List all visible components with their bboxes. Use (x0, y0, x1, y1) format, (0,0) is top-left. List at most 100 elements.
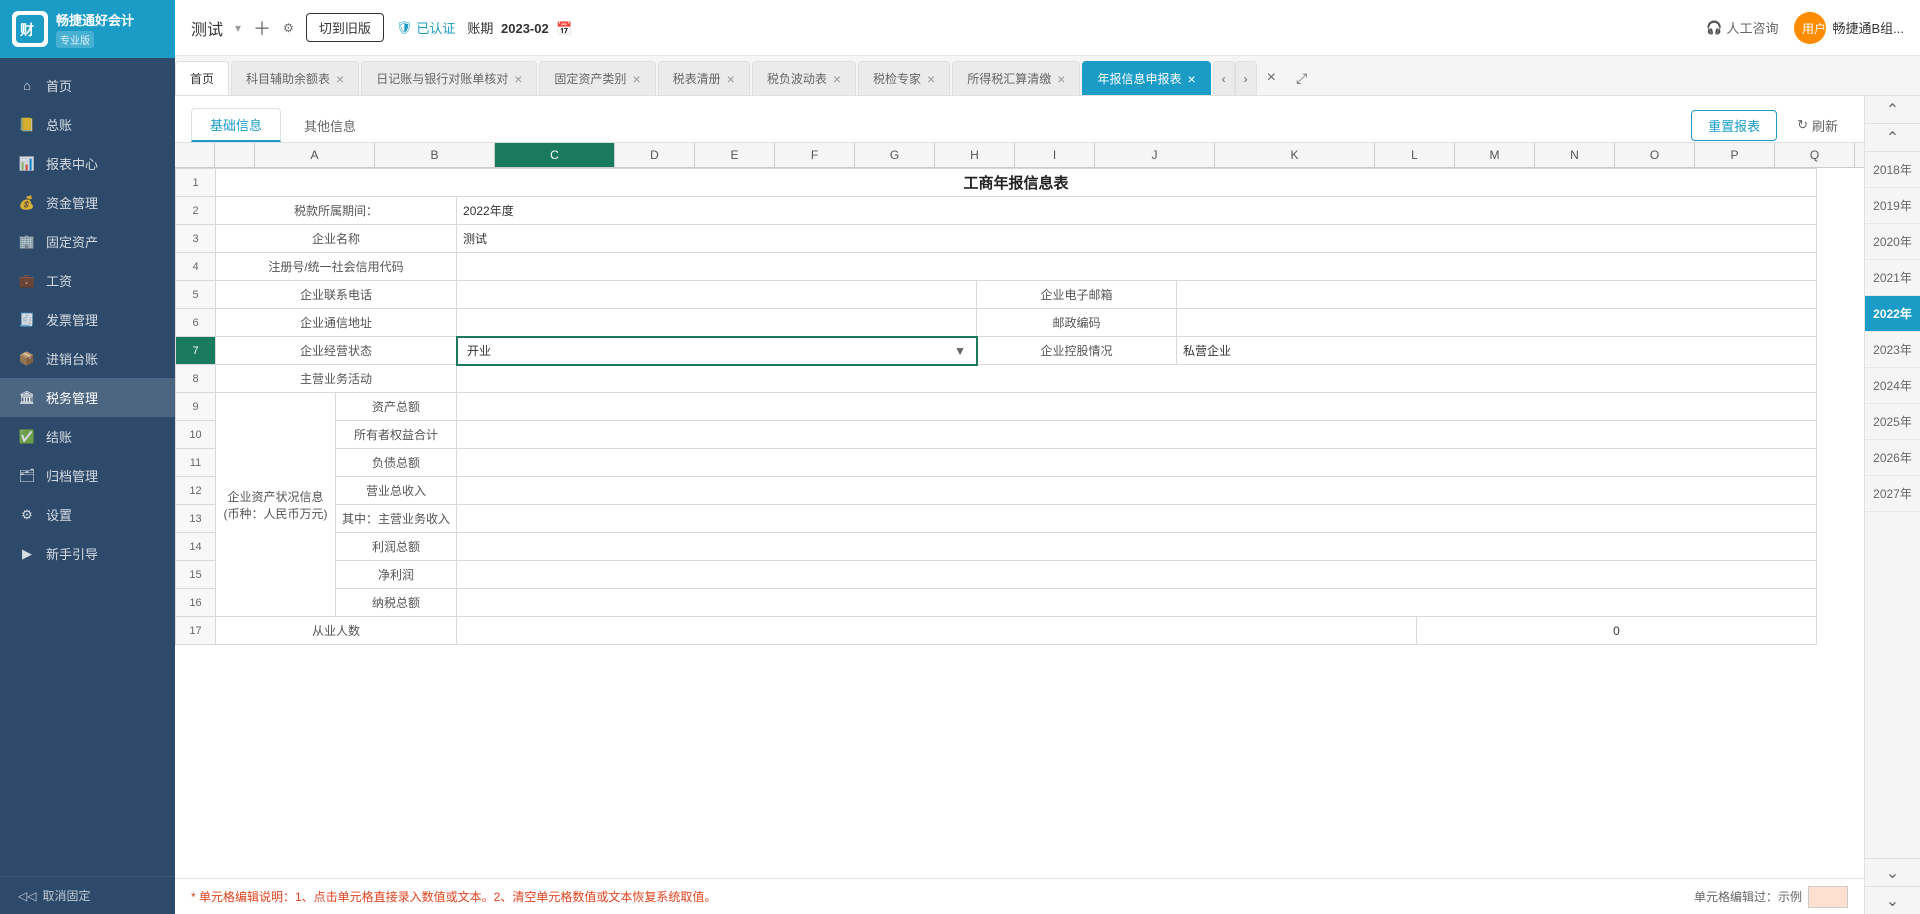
sidebar-nav: ⌂ 首页 📒 总账 📊 报表中心 💰 资金管理 🏢 固定资产 💼 工资 (0, 58, 175, 876)
cell-16-value[interactable] (457, 589, 1817, 617)
period-label: 账期 2023-02 📅 (467, 18, 572, 37)
topbar-dropdown-arrow[interactable]: ▾ (235, 21, 241, 35)
close-icon[interactable]: × (514, 71, 522, 87)
calendar-icon[interactable]: 📅 (556, 21, 572, 36)
service-btn[interactable]: 🎧 人工咨询 (1706, 18, 1778, 37)
sidebar-item-home[interactable]: ⌂ 首页 (0, 66, 175, 105)
year-item-2027[interactable]: 2027年 (1865, 476, 1920, 512)
tab-income-tax[interactable]: 所得税汇算清缴 × (952, 61, 1080, 95)
cell-10-value[interactable] (457, 421, 1817, 449)
sub-tab-basic[interactable]: 基础信息 (191, 108, 281, 142)
sidebar-item-fund[interactable]: 💰 资金管理 (0, 183, 175, 222)
tab-annual-report[interactable]: 年报信息申报表 × (1082, 61, 1210, 95)
sidebar-item-asset[interactable]: 🏢 固定资产 (0, 222, 175, 261)
svg-text:用户: 用户 (1802, 21, 1826, 36)
cell-17-empty[interactable] (457, 617, 1417, 645)
tab-close-all-btn[interactable]: × (1257, 61, 1286, 95)
year-nav-down2-btn[interactable]: ⌄ (1865, 886, 1920, 914)
cell-14-value[interactable] (457, 533, 1817, 561)
tab-tax-list[interactable]: 税表清册 × (658, 61, 750, 95)
sidebar-item-report[interactable]: 📊 报表中心 (0, 144, 175, 183)
cell-16-label: 纳税总额 (336, 589, 457, 617)
nav-label-archive: 归档管理 (46, 466, 98, 485)
cell-6-addr[interactable] (457, 309, 977, 337)
year-item-2022[interactable]: 2022年 (1865, 296, 1920, 332)
year-nav-down-btn[interactable]: ⌄ (1865, 858, 1920, 886)
cell-3-value[interactable]: 测试 (457, 225, 1817, 253)
cell-7-holding[interactable]: 私营企业 (1177, 337, 1817, 365)
status-example: 单元格编辑过：示例 (1694, 886, 1848, 908)
tab-expand-btn[interactable]: ⤢ (1286, 61, 1317, 95)
cell-6-zip[interactable] (1177, 309, 1817, 337)
switch-version-button[interactable]: 切到旧版 (306, 13, 384, 42)
service-label: 人工咨询 (1726, 18, 1778, 37)
tab-subject-balance[interactable]: 科目辅助余额表 × (231, 61, 359, 95)
refresh-button[interactable]: ↻ 刷新 (1787, 110, 1848, 141)
archive-icon: 🗂 (18, 467, 36, 485)
tab-fixed-asset[interactable]: 固定资产类别 × (539, 61, 655, 95)
topbar-gear-btn[interactable]: ⚙ (283, 21, 294, 35)
tab-next-btn[interactable]: › (1235, 61, 1257, 95)
cell-17-value[interactable]: 0 (1417, 617, 1817, 645)
cell-11-value[interactable] (457, 449, 1817, 477)
close-icon[interactable]: × (727, 71, 735, 87)
year-nav-up2-btn[interactable]: ⌃ (1865, 124, 1920, 152)
sidebar-item-tax[interactable]: 🏛 税务管理 (0, 378, 175, 417)
close-icon[interactable]: × (927, 71, 935, 87)
tab-tax-fluctuation[interactable]: 税负波动表 × (752, 61, 856, 95)
table-content[interactable]: 1 工商年报信息表 2 税款所属期间： 2022年度 (175, 168, 1864, 878)
cell-4-value[interactable] (457, 253, 1817, 281)
close-icon[interactable]: × (632, 71, 640, 87)
sidebar-item-close[interactable]: ✅ 结账 (0, 417, 175, 456)
logo-sub: 专业版 (56, 31, 94, 48)
user-menu[interactable]: 用户 畅捷通B组... (1794, 12, 1904, 44)
sidebar-item-salary[interactable]: 💼 工资 (0, 261, 175, 300)
sidebar-item-settings[interactable]: ⚙ 设置 (0, 495, 175, 534)
tab-prev-btn[interactable]: ‹ (1213, 61, 1235, 95)
year-nav-up-btn[interactable]: ⌃ (1865, 96, 1920, 124)
cell-2-value[interactable]: 2022年度 (457, 197, 1817, 225)
year-item-2019[interactable]: 2019年 (1865, 188, 1920, 224)
close-icon[interactable]: × (1057, 71, 1065, 87)
close-icon[interactable]: × (833, 71, 841, 87)
cell-5-phone[interactable] (457, 281, 977, 309)
cancel-fixed-btn[interactable]: ◁◁ 取消固定 (18, 887, 157, 904)
row-num-7: 7 (176, 337, 216, 365)
row-num-17: 17 (176, 617, 216, 645)
cell-15-value[interactable] (457, 561, 1817, 589)
year-item-2025[interactable]: 2025年 (1865, 404, 1920, 440)
sidebar-item-archive[interactable]: 🗂 归档管理 (0, 456, 175, 495)
year-item-2024[interactable]: 2024年 (1865, 368, 1920, 404)
row-num-1: 1 (176, 169, 216, 197)
close-icon[interactable]: × (1187, 71, 1195, 87)
tab-home[interactable]: 首页 (175, 61, 229, 95)
close-icon[interactable]: × (336, 71, 344, 87)
sidebar-item-stock[interactable]: 📦 进销台账 (0, 339, 175, 378)
year-item-2023[interactable]: 2023年 (1865, 332, 1920, 368)
cell-12-value[interactable] (457, 477, 1817, 505)
cell-5-email[interactable] (1177, 281, 1817, 309)
tab-journal-bank[interactable]: 日记账与银行对账单核对 × (361, 61, 537, 95)
cell-9-value[interactable] (457, 393, 1817, 421)
year-item-2026[interactable]: 2026年 (1865, 440, 1920, 476)
cell-8-value[interactable] (457, 365, 1817, 393)
topbar-right: 🎧 人工咨询 用户 畅捷通B组... (1706, 12, 1904, 44)
topbar-add-btn[interactable]: ＋ (253, 15, 271, 41)
nav-label-close: 结账 (46, 427, 72, 446)
sub-tab-other[interactable]: 其他信息 (285, 109, 375, 142)
example-label: 单元格编辑过：示例 (1694, 888, 1802, 905)
cell-title[interactable]: 工商年报信息表 (216, 169, 1817, 197)
sidebar-item-invoice[interactable]: 🧾 发票管理 (0, 300, 175, 339)
year-item-2018[interactable]: 2018年 (1865, 152, 1920, 188)
cell-17-label: 从业人数 (216, 617, 457, 645)
sidebar-item-ledger[interactable]: 📒 总账 (0, 105, 175, 144)
sidebar-item-guide[interactable]: ▶ 新手引导 (0, 534, 175, 573)
example-cell (1808, 886, 1848, 908)
tab-tax-expert[interactable]: 税检专家 × (858, 61, 950, 95)
svg-text:财: 财 (19, 22, 34, 38)
cell-13-value[interactable] (457, 505, 1817, 533)
year-item-2020[interactable]: 2020年 (1865, 224, 1920, 260)
reset-button[interactable]: 重置报表 (1691, 110, 1777, 141)
year-item-2021[interactable]: 2021年 (1865, 260, 1920, 296)
cell-7-status[interactable]: 开业 ▼ (457, 337, 977, 365)
